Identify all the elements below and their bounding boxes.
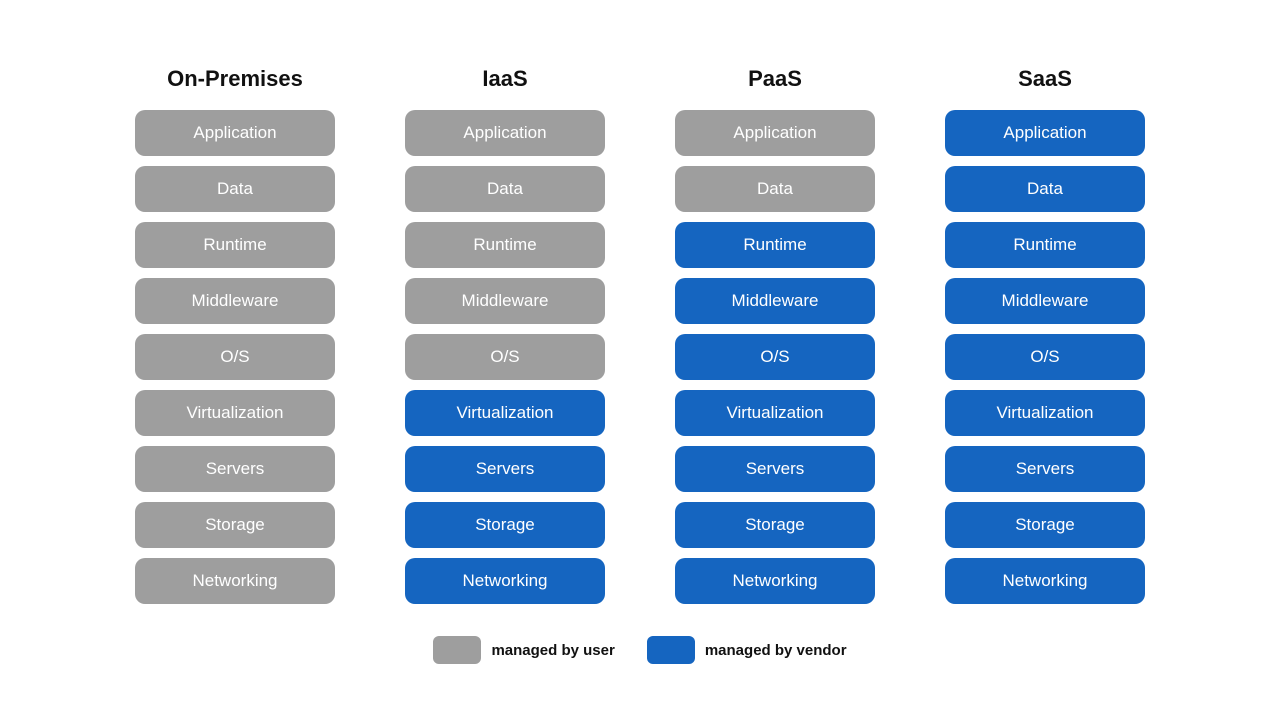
pill-saas-o-s: O/S [945, 334, 1145, 380]
pill-on-premises-servers: Servers [135, 446, 335, 492]
pill-saas-virtualization: Virtualization [945, 390, 1145, 436]
pill-paas-networking: Networking [675, 558, 875, 604]
pill-paas-o-s: O/S [675, 334, 875, 380]
pill-iaas-networking: Networking [405, 558, 605, 604]
pill-saas-data: Data [945, 166, 1145, 212]
column-paas: PaaS Application Data Runtime Middleware O/S V… [640, 66, 910, 614]
pill-paas-data: Data [675, 166, 875, 212]
pill-iaas-application: Application [405, 110, 605, 156]
pill-iaas-servers: Servers [405, 446, 605, 492]
legend-label-vendor: managed by vendor [705, 642, 847, 659]
pill-on-premises-application: Application [135, 110, 335, 156]
legend-swatch-vendor [647, 636, 695, 664]
pill-iaas-runtime: Runtime [405, 222, 605, 268]
pill-saas-runtime: Runtime [945, 222, 1145, 268]
column-header-iaas: IaaS [482, 66, 527, 92]
pill-saas-middleware: Middleware [945, 278, 1145, 324]
legend-label-user: managed by user [491, 642, 614, 659]
column-header-saas: SaaS [1018, 66, 1072, 92]
legend: managed by user managed by vendor [433, 636, 846, 664]
pill-paas-storage: Storage [675, 502, 875, 548]
column-header-on-premises: On-Premises [167, 66, 303, 92]
pill-on-premises-middleware: Middleware [135, 278, 335, 324]
column-saas: SaaS Application Data Runtime Middleware O/S V… [910, 66, 1180, 614]
pill-saas-storage: Storage [945, 502, 1145, 548]
pill-on-premises-virtualization: Virtualization [135, 390, 335, 436]
pill-on-premises-data: Data [135, 166, 335, 212]
legend-item-user: managed by user [433, 636, 614, 664]
pill-saas-networking: Networking [945, 558, 1145, 604]
column-header-paas: PaaS [748, 66, 802, 92]
column-on-premises: On-Premises Application Data Runtime Middlew… [100, 66, 370, 614]
pill-iaas-storage: Storage [405, 502, 605, 548]
pill-on-premises-o-s: O/S [135, 334, 335, 380]
legend-swatch-user [433, 636, 481, 664]
pill-paas-servers: Servers [675, 446, 875, 492]
columns-wrapper: On-Premises Application Data Runtime Middlew… [40, 66, 1240, 614]
pill-on-premises-storage: Storage [135, 502, 335, 548]
pill-on-premises-networking: Networking [135, 558, 335, 604]
legend-item-vendor: managed by vendor [647, 636, 847, 664]
main-container: On-Premises Application Data Runtime Middlew… [0, 46, 1280, 674]
pill-paas-virtualization: Virtualization [675, 390, 875, 436]
pill-iaas-virtualization: Virtualization [405, 390, 605, 436]
column-iaas: IaaS Application Data Runtime Middleware O/S V… [370, 66, 640, 614]
pill-paas-application: Application [675, 110, 875, 156]
pill-saas-application: Application [945, 110, 1145, 156]
pill-iaas-data: Data [405, 166, 605, 212]
pill-paas-runtime: Runtime [675, 222, 875, 268]
pill-iaas-middleware: Middleware [405, 278, 605, 324]
pill-saas-servers: Servers [945, 446, 1145, 492]
pill-on-premises-runtime: Runtime [135, 222, 335, 268]
pill-iaas-o-s: O/S [405, 334, 605, 380]
pill-paas-middleware: Middleware [675, 278, 875, 324]
